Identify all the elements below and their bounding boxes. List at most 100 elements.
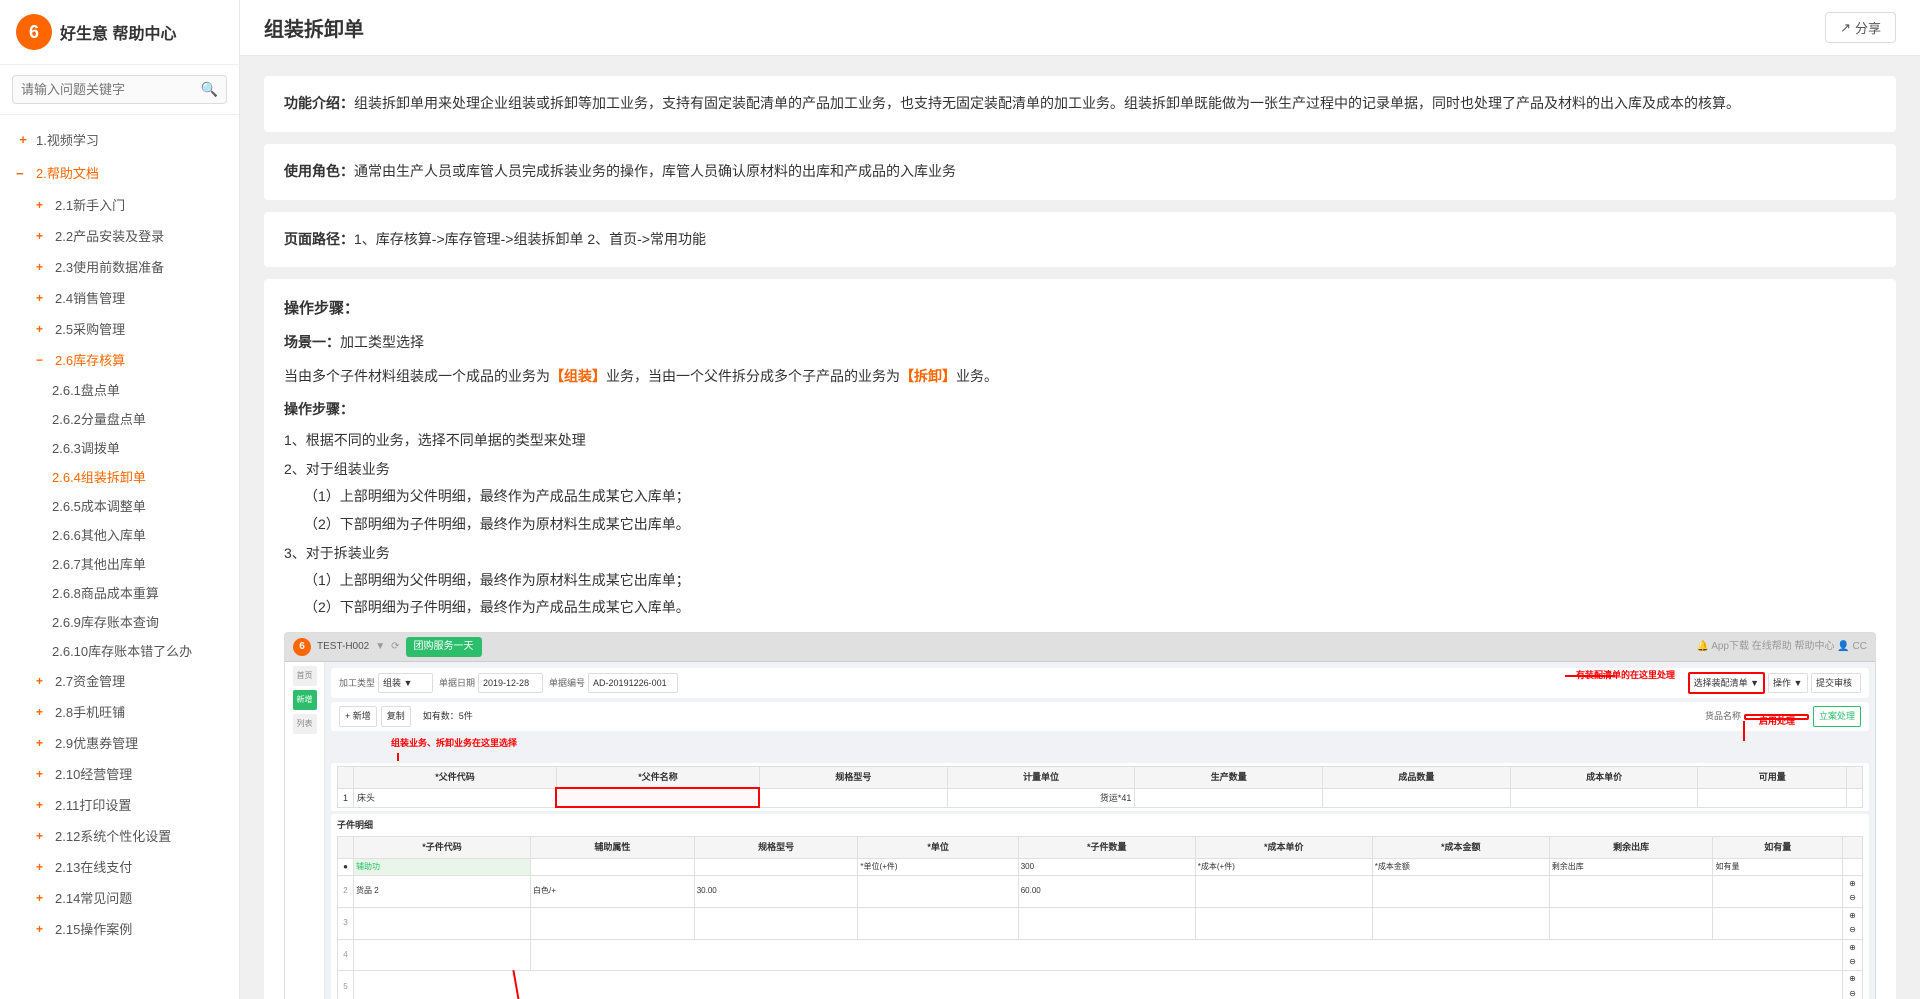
sidebar-item-2.6.5[interactable]: 2.6.5成本调整单 — [0, 491, 239, 520]
expand-icon: + — [36, 291, 50, 305]
sidebar-item-2.6.1[interactable]: 2.6.1盘点单 — [0, 375, 239, 404]
mock-icons-right: 🔔 App下载 在线帮助 帮助中心 👤 CC — [1697, 638, 1867, 656]
topbar: 组装拆卸单 ↗ 分享 — [240, 0, 1920, 56]
col-spec: 规格型号 — [759, 766, 947, 788]
mock-refresh-icon: ⟳ — [391, 638, 399, 656]
expand-icon: + — [36, 229, 50, 243]
scene-title-rest: 加工类型选择 — [340, 334, 424, 350]
sidebar-item-2.6.3[interactable]: 2.6.3调拨单 — [0, 433, 239, 462]
sidebar-item-2.14[interactable]: + 2.14常见问题 — [0, 882, 239, 913]
sidebar-item-2.4[interactable]: + 2.4销售管理 — [0, 282, 239, 313]
expand-icon: + — [36, 922, 50, 936]
step3-1: （1）上部明细为父件明细，最终作为原材料生成某它出库单； — [284, 568, 1876, 593]
ops-steps-title: 操作步骤： — [284, 397, 1876, 422]
mock-tab-add: + 新增 — [339, 706, 377, 726]
sidebar-item-2.5[interactable]: + 2.5采购管理 — [0, 313, 239, 344]
sidebar-label: 2.13在线支付 — [55, 857, 132, 876]
sidebar-label: 2.8手机旺铺 — [55, 702, 125, 721]
expand-icon: + — [16, 133, 30, 147]
sidebar-label: 2.2产品安装及登录 — [55, 226, 164, 245]
mock-form-label-type: 加工类型 — [339, 675, 375, 691]
expand-icon: + — [36, 829, 50, 843]
logo-area: 6 好生意 帮助中心 — [0, 0, 239, 65]
col-name: *父件名称 — [556, 766, 759, 788]
collapse-icon: − — [16, 166, 30, 180]
expand-icon: + — [36, 798, 50, 812]
mock-form-label-num: 单据编号 — [549, 675, 585, 691]
sidebar-item-videos[interactable]: + 1.视频学习 — [0, 123, 239, 156]
sidebar-item-2.6[interactable]: − 2.6库存核算 — [0, 344, 239, 375]
intro-text: 组装拆卸单用来处理企业组装或拆卸等加工业务，支持有固定装配清单的产品加工业务，也… — [354, 95, 1740, 111]
sidebar-label: 2.3使用前数据准备 — [55, 257, 164, 276]
sidebar-item-2.13[interactable]: + 2.13在线支付 — [0, 851, 239, 882]
mock-form-label-date: 单据日期 — [439, 675, 475, 691]
expand-icon: + — [36, 767, 50, 781]
sidebar-label: 2.4销售管理 — [55, 288, 125, 307]
sidebar-label: 2.6库存核算 — [55, 350, 125, 369]
scene-desc: 当由多个子件材料组装成一个成品的业务为【组装】业务，当由一个父件拆分成多个子产品… — [284, 364, 1876, 389]
sidebar-label: 2.15操作案例 — [55, 919, 132, 938]
logo-icon: 6 — [16, 14, 52, 50]
sidebar-label: 2.7资金管理 — [55, 671, 125, 690]
mock-left-sidebar: 首页 新增 列表 — [285, 662, 325, 999]
mock-annot1-box: 选择装配清单 ▼ — [1688, 672, 1765, 694]
expand-icon: + — [36, 736, 50, 750]
content-area: 功能介绍：组装拆卸单用来处理企业组装或拆卸等加工业务，支持有固定装配清单的产品加… — [240, 56, 1920, 999]
sidebar-item-2.6.10[interactable]: 2.6.10库存账本错了么办 — [0, 636, 239, 665]
role-text: 通常由生产人员或库管人员完成拆装业务的操作，库管人员确认原材料的出库和产成品的入… — [354, 163, 956, 179]
sidebar-item-2.8[interactable]: + 2.8手机旺铺 — [0, 696, 239, 727]
expand-icon: + — [36, 260, 50, 274]
search-icon[interactable]: 🔍 — [201, 81, 218, 98]
sidebar-item-label: 2.帮助文档 — [36, 163, 99, 182]
sidebar-item-2.6.8[interactable]: 2.6.8商品成本重算 — [0, 578, 239, 607]
col-complete: 成品数量 — [1323, 766, 1511, 788]
mock-menu-btn: 团购服务一天 — [406, 637, 482, 657]
sidebar-item-2.6.4[interactable]: 2.6.4组装拆卸单 — [0, 462, 239, 491]
sidebar-item-2.11[interactable]: + 2.11打印设置 — [0, 789, 239, 820]
mock-goods-input — [1744, 714, 1809, 720]
col-qty: 生产数量 — [1135, 766, 1323, 788]
mock-annot2-label: 组装业务、拆卸业务在这里选择 — [331, 735, 1869, 751]
share-button[interactable]: ↗ 分享 — [1825, 12, 1896, 43]
sidebar-item-2.6.6[interactable]: 2.6.6其他入库单 — [0, 520, 239, 549]
sidebar-item-label: 1.视频学习 — [36, 130, 99, 149]
expand-icon: + — [36, 674, 50, 688]
share-label: 分享 — [1855, 18, 1881, 37]
search-input[interactable] — [21, 82, 201, 97]
sidebar-item-2.2[interactable]: + 2.2产品安装及登录 — [0, 220, 239, 251]
sidebar-label: 2.11打印设置 — [55, 795, 131, 814]
sidebar-item-2.6.2[interactable]: 2.6.2分量盘点单 — [0, 404, 239, 433]
sidebar-item-2.15[interactable]: + 2.15操作案例 — [0, 913, 239, 944]
screenshot-mockup: 6 TEST-H002 ▼ ⟳ 团购服务一天 🔔 App下载 在线帮助 帮助中心… — [284, 632, 1876, 999]
mock-tab-copy: 复制 — [381, 706, 411, 726]
main-area: 组装拆卸单 ↗ 分享 功能介绍：组装拆卸单用来处理企业组装或拆卸等加工业务，支持… — [240, 0, 1920, 999]
sidebar-item-2.10[interactable]: + 2.10经营管理 — [0, 758, 239, 789]
sidebar-item-2.1[interactable]: + 2.1新手入门 — [0, 189, 239, 220]
expand-icon: + — [36, 705, 50, 719]
step1: 1、根据不同的业务，选择不同单据的类型来处理 — [284, 428, 1876, 453]
mock-dropdown-icon: ▼ — [375, 638, 385, 656]
step2: 2、对于组装业务 — [284, 457, 1876, 482]
sidebar-item-2.7[interactable]: + 2.7资金管理 — [0, 665, 239, 696]
sidebar-item-2.12[interactable]: + 2.12系统个性化设置 — [0, 820, 239, 851]
col-available: 可用量 — [1698, 766, 1847, 788]
page-title: 组装拆卸单 — [264, 13, 364, 42]
mock-logo: 6 — [293, 638, 311, 656]
search-box: 🔍 — [12, 75, 227, 104]
sidebar-item-2.6.9[interactable]: 2.6.9库存账本查询 — [0, 607, 239, 636]
col-unit: 计量单位 — [947, 766, 1135, 788]
sidebar-item-2.3[interactable]: + 2.3使用前数据准备 — [0, 251, 239, 282]
sidebar-label: 2.9优惠券管理 — [55, 733, 138, 752]
step2-2: （2）下部明细为子件明细，最终作为原材料生成某它出库单。 — [284, 512, 1876, 537]
intro-label: 功能介绍： — [284, 95, 354, 111]
sidebar-label: 2.10经营管理 — [55, 764, 132, 783]
col-check — [338, 766, 354, 788]
sidebar-item-2.9[interactable]: + 2.9优惠券管理 — [0, 727, 239, 758]
mock-app-name: TEST-H002 — [317, 638, 369, 656]
step3-2: （2）下部明细为子件明细，最终作为产成品生成某它入库单。 — [284, 595, 1876, 620]
logo-text: 好生意 帮助中心 — [60, 20, 176, 44]
intro-card: 功能介绍：组装拆卸单用来处理企业组装或拆卸等加工业务，支持有固定装配清单的产品加… — [264, 76, 1896, 132]
sidebar-item-docs[interactable]: − 2.帮助文档 — [0, 156, 239, 189]
collapse-icon: − — [36, 353, 50, 367]
sidebar-item-2.6.7[interactable]: 2.6.7其他出库单 — [0, 549, 239, 578]
